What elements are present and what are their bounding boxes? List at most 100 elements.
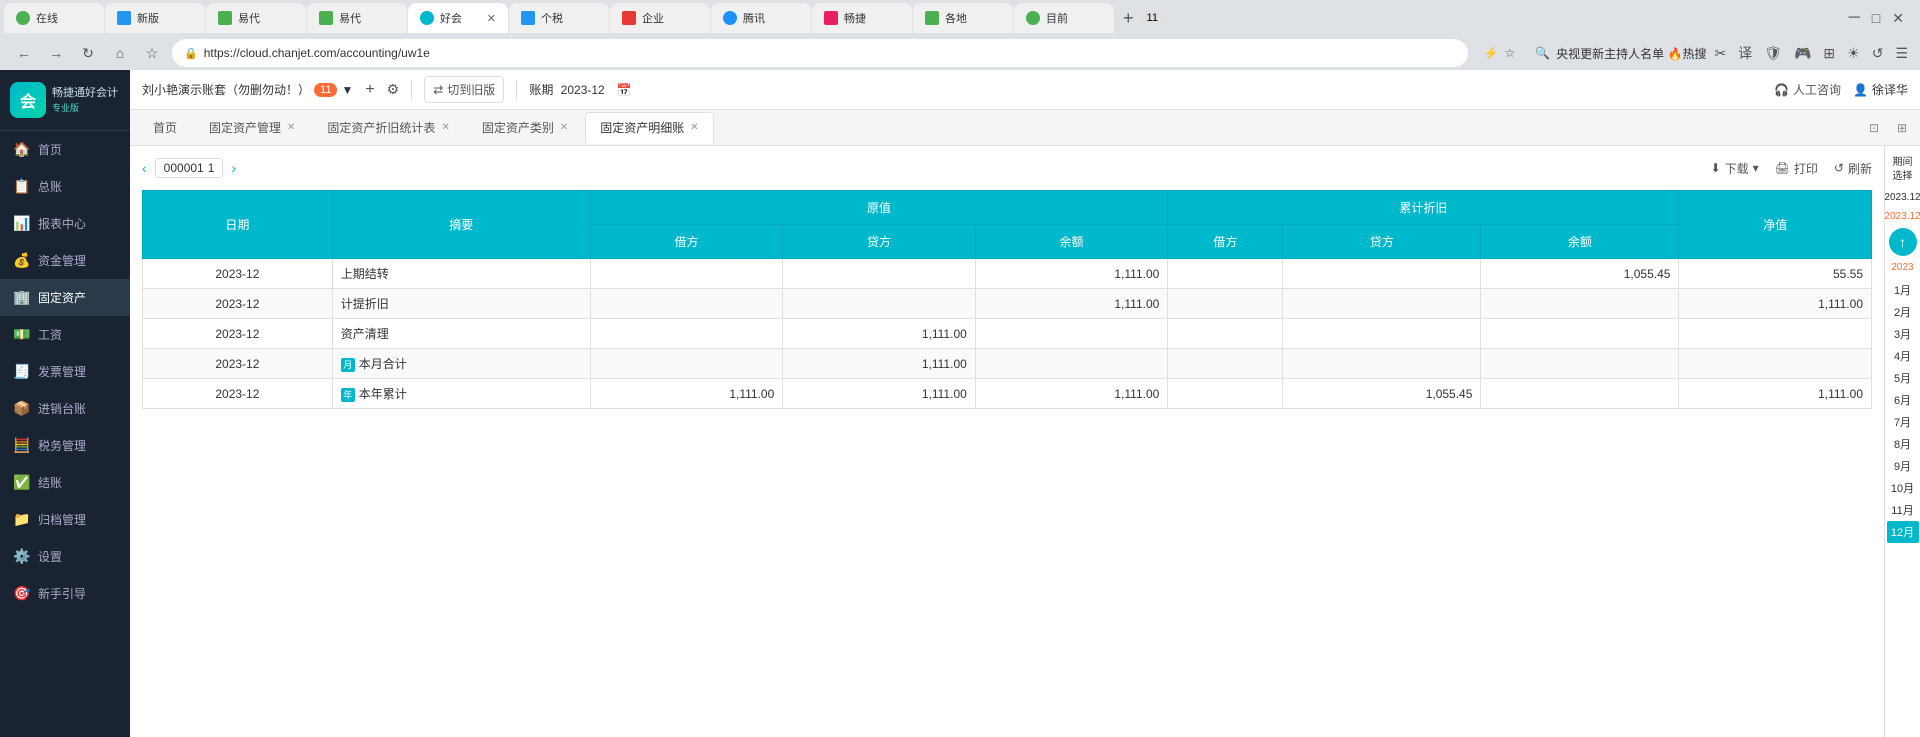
cell-orig-debit: 1,111.00 [590,379,783,409]
settings-gear-icon[interactable]: ⚙ [387,81,400,98]
period-month-3月[interactable]: 3月 [1887,323,1919,345]
invoice-icon: 🧾 [14,364,30,380]
period-month-10月[interactable]: 10月 [1887,477,1919,499]
right-period-panel: 期间选择 2023.12 2023.12 ↑ 2023 1月2月3月4月5月6月… [1884,146,1920,737]
sidebar-item-asset[interactable]: 🏢 固定资产 [0,279,130,316]
add-account-button[interactable]: + [365,81,374,99]
tab-home[interactable]: 首页 [138,112,192,144]
window-expand-icon[interactable]: ⊞ [1892,118,1912,138]
tab-asset-category[interactable]: 固定资产类别 ✕ [467,112,583,144]
minimize-button[interactable]: ─ [1848,9,1859,27]
period-month-5月[interactable]: 5月 [1887,367,1919,389]
sidebar: 会 畅捷通好会计 专业版 🏠 首页 📋 总账 📊 报表中心 💰 资金管理 [0,70,130,737]
close-asset-depreciation-tab[interactable]: ✕ [441,122,449,133]
maximize-button[interactable]: □ [1872,10,1880,26]
col-accum-balance: 余额 [1481,225,1679,259]
period-up-icon[interactable]: ↑ [1889,228,1917,256]
tab-asset-depreciation[interactable]: 固定资产折旧统计表 ✕ [312,112,464,144]
search-box[interactable]: 🔍 央视更新主持人名单 🔥热搜 [1535,45,1706,62]
badge-2023[interactable]: 2023 [1889,260,1915,275]
tab-qiye[interactable]: 企业 [610,3,710,33]
home-icon: 🏠 [14,142,30,158]
tab-asset-detail[interactable]: 固定资产明细账 ✕ [585,112,713,144]
back-button[interactable]: ← [12,41,36,65]
sidebar-item-guide[interactable]: 🎯 新手引导 [0,575,130,612]
history-icon[interactable]: ↺ [1872,45,1884,62]
url-bar[interactable]: 🔒 https://cloud.chanjet.com/accounting/u… [172,39,1468,67]
tab-geshui[interactable]: 个税 [509,3,609,33]
sidebar-item-ledger[interactable]: 📋 总账 [0,168,130,205]
close-asset-category-tab[interactable]: ✕ [560,122,568,133]
period-month-12月[interactable]: 12月 [1887,521,1919,543]
bookmark-star[interactable]: ☆ [1504,46,1515,60]
sidebar-item-home[interactable]: 🏠 首页 [0,131,130,168]
user-info[interactable]: 👤 徐译华 [1853,81,1908,98]
period-month-4月[interactable]: 4月 [1887,345,1919,367]
sidebar-item-salary[interactable]: 💵 工资 [0,316,130,353]
sidebar-item-closing[interactable]: ✅ 结账 [0,464,130,501]
home-button[interactable]: ⌂ [108,41,132,65]
refresh-button[interactable]: ↺ 刷新 [1834,160,1872,177]
brightness-icon[interactable]: ☀ [1847,45,1860,62]
sidebar-item-tax[interactable]: 🧮 税务管理 [0,427,130,464]
cell-summary: 月本月合计 [332,349,590,379]
close-asset-mgmt-tab[interactable]: ✕ [287,122,295,133]
period-month-7月[interactable]: 7月 [1887,411,1919,433]
tab-xinban[interactable]: 新版 [105,3,205,33]
print-button[interactable]: 🖨 打印 [1775,160,1818,177]
table-row[interactable]: 2023-12 资产清理 1,111.00 [143,319,1872,349]
tab-yidai2[interactable]: 易代 [307,3,407,33]
period-month-8月[interactable]: 8月 [1887,433,1919,455]
period-month-11月[interactable]: 11月 [1887,499,1919,521]
tab-muqian[interactable]: 目前 [1014,3,1114,33]
account-name: 刘小艳演示账套（勿删勿动！） [142,81,310,98]
tab-zaixin[interactable]: 在线 [4,3,104,33]
table-row[interactable]: 2023-12 年本年累计 1,111.00 1,111.00 1,111.00… [143,379,1872,409]
next-page-button[interactable]: › [231,160,236,176]
tab-tengxun[interactable]: 腾讯 [711,3,811,33]
sidebar-item-settings[interactable]: ⚙️ 设置 [0,538,130,575]
sidebar-item-archive[interactable]: 📁 归档管理 [0,501,130,538]
menu-icon[interactable]: ☰ [1895,45,1908,62]
tab-haohui[interactable]: 好会 ✕ [408,3,508,33]
table-row[interactable]: 2023-12 月本月合计 1,111.00 [143,349,1872,379]
tab-overflow-badge[interactable]: 11 [1142,11,1163,25]
reload-button[interactable]: ↻ [76,41,100,65]
cell-net-value [1679,319,1872,349]
service-button[interactable]: 🎧 人工咨询 [1774,81,1841,98]
grid-icon[interactable]: ⊞ [1823,45,1835,62]
window-restore-icon[interactable]: ⊡ [1864,118,1884,138]
period-month-1月[interactable]: 1月 [1887,279,1919,301]
period-month-9月[interactable]: 9月 [1887,455,1919,477]
sidebar-item-fund[interactable]: 💰 资金管理 [0,242,130,279]
close-window-button[interactable]: ✕ [1892,10,1904,27]
new-tab-button[interactable]: + [1123,8,1134,29]
tab-gedi[interactable]: 各地 [913,3,1013,33]
switch-version-button[interactable]: ⇄ 切到旧版 [424,76,504,103]
tab-asset-mgmt[interactable]: 固定资产管理 ✕ [194,112,310,144]
period-month-2月[interactable]: 2月 [1887,301,1919,323]
period-month-6月[interactable]: 6月 [1887,389,1919,411]
sidebar-item-report[interactable]: 📊 报表中心 [0,205,130,242]
prev-page-button[interactable]: ‹ [142,160,147,176]
game-icon[interactable]: 🎮 [1794,45,1811,62]
sidebar-item-purchase[interactable]: 📦 进销台账 [0,390,130,427]
download-button[interactable]: ⬇ 下载 ▾ [1711,160,1759,177]
forward-button[interactable]: → [44,41,68,65]
scissors-icon[interactable]: ✂ [1714,45,1726,62]
tax-icon: 🧮 [14,438,30,454]
table-row[interactable]: 2023-12 计提折旧 1,111.00 1,111.00 [143,289,1872,319]
period-selector-label: 期间选择 [1891,154,1915,186]
tab-changjie[interactable]: 畅捷 [812,3,912,33]
account-selector[interactable]: 刘小艳演示账套（勿删勿动！） 11 ▼ [142,81,353,98]
shield-icon[interactable]: 🛡 [1764,45,1782,62]
col-net-value: 净值 [1679,191,1872,259]
bookmark-button[interactable]: ☆ [140,41,164,65]
translate-icon[interactable]: 译 [1738,43,1752,63]
close-asset-detail-tab[interactable]: ✕ [690,122,698,133]
calendar-icon[interactable]: 📅 [617,83,632,97]
tab-yidai1[interactable]: 易代 [206,3,306,33]
tab-close-haohui[interactable]: ✕ [487,12,496,25]
table-row[interactable]: 2023-12 上期结转 1,111.00 1,055.45 55.55 [143,259,1872,289]
sidebar-item-invoice[interactable]: 🧾 发票管理 [0,353,130,390]
